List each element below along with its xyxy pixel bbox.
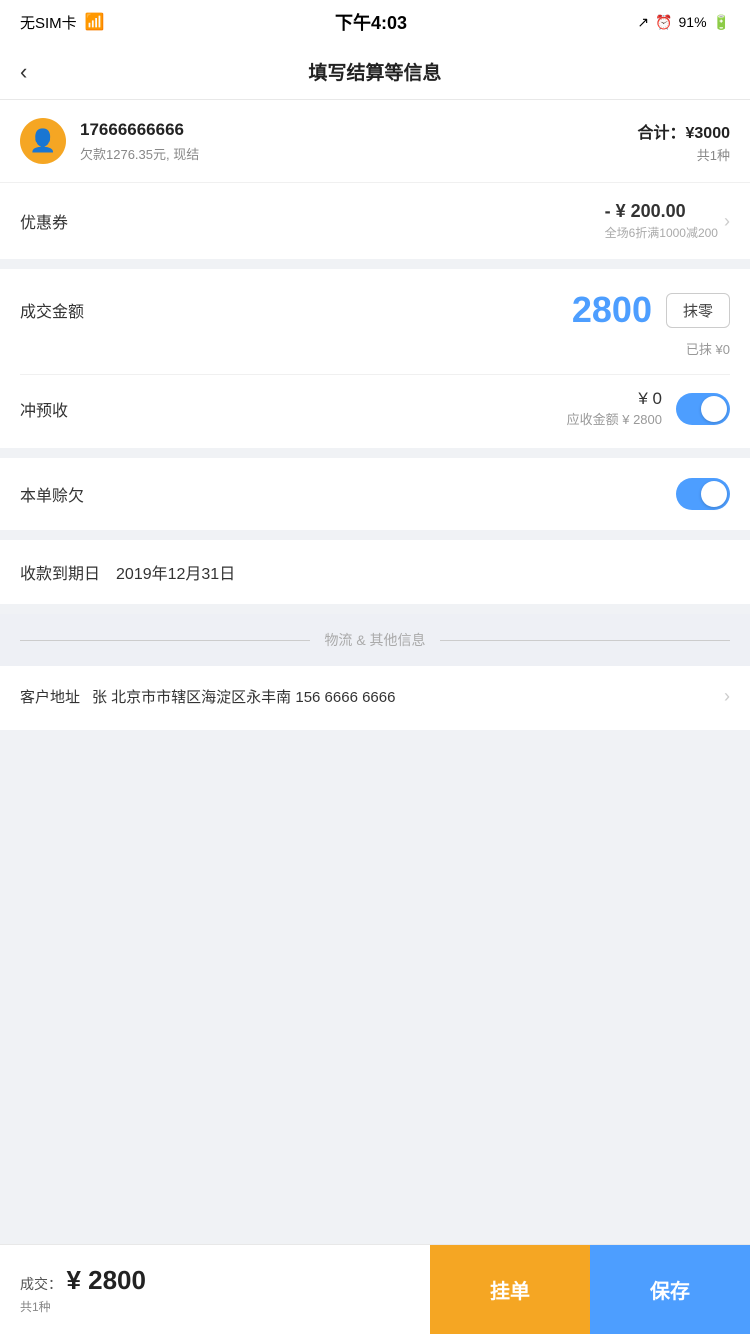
location-icon: ↗ <box>637 14 649 31</box>
address-label: 客户地址 <box>20 686 80 707</box>
debt-label: 本单赊欠 <box>20 482 84 506</box>
avatar: 👤 <box>20 118 66 164</box>
back-button[interactable]: ‹ <box>20 59 27 85</box>
coupon-right: - ¥ 200.00 全场6折满1000减200 › <box>605 201 730 241</box>
deal-section: 成交金额 2800 抹零 已抹 ¥0 冲预收 ¥ 0 应收金额 ¥ 2800 <box>0 269 750 448</box>
status-time: 下午4:03 <box>335 9 407 35</box>
precollect-right: ¥ 0 应收金额 ¥ 2800 <box>567 389 730 428</box>
duedate-value: 2019年12月31日 <box>116 560 235 584</box>
duedate-section: 收款到期日 2019年12月31日 <box>0 540 750 604</box>
debt-section: 本单赊欠 <box>0 458 750 530</box>
round-button[interactable]: 抹零 <box>666 293 730 328</box>
address-chevron-icon: › <box>724 686 730 707</box>
wifi-icon: 📶 <box>85 12 105 32</box>
debt-toggle[interactable] <box>676 478 730 510</box>
precollect-row: 冲预收 ¥ 0 应收金额 ¥ 2800 <box>20 374 730 428</box>
avatar-icon: 👤 <box>29 128 56 154</box>
coupon-desc: 全场6折满1000减200 <box>605 224 718 241</box>
customer-details: 17666666666 欠款1276.35元, 现结 <box>80 120 199 163</box>
chevron-right-icon: › <box>724 211 730 232</box>
duedate-label: 收款到期日 <box>20 560 100 584</box>
coupon-row[interactable]: 优惠券 - ¥ 200.00 全场6折满1000减200 › <box>0 182 750 259</box>
bottom-amount: ¥ 2800 <box>66 1265 146 1295</box>
customer-phone: 17666666666 <box>80 120 199 140</box>
status-bar: 无SIM卡 📶 下午4:03 ↗ ⏰ 91% 🔋 <box>0 0 750 44</box>
customer-info: 👤 17666666666 欠款1276.35元, 现结 <box>20 118 199 164</box>
bottom-deal-row: 成交： ¥ 2800 <box>20 1265 410 1296</box>
status-right: ↗ ⏰ 91% 🔋 <box>637 14 730 31</box>
divider-text: 物流 & 其他信息 <box>324 630 425 650</box>
precollect-label: 冲预收 <box>20 397 68 421</box>
bottom-bar: 成交： ¥ 2800 共1种 挂单 保存 <box>0 1244 750 1334</box>
customer-subtext: 欠款1276.35元, 现结 <box>80 144 199 163</box>
coupon-info: - ¥ 200.00 全场6折满1000减200 <box>605 201 718 241</box>
no-sim-text: 无SIM卡 <box>20 12 77 33</box>
coupon-amount: - ¥ 200.00 <box>605 201 718 222</box>
address-value: 张 北京市市辖区海淀区永丰南 156 6666 6666 <box>92 686 712 710</box>
divider-section: 物流 & 其他信息 <box>0 614 750 666</box>
divider-line-left <box>20 640 310 641</box>
total-amount: 合计：¥3000 <box>638 119 731 143</box>
pending-button[interactable]: 挂单 <box>430 1245 590 1334</box>
deal-row: 成交金额 2800 抹零 <box>20 289 730 331</box>
gray-area <box>0 740 750 900</box>
page-title: 填写结算等信息 <box>308 58 441 85</box>
main-content: 👤 17666666666 欠款1276.35元, 现结 合计：¥3000 共1… <box>0 100 750 1000</box>
battery-icon: 🔋 <box>713 14 730 31</box>
precollect-values: ¥ 0 应收金额 ¥ 2800 <box>567 389 662 428</box>
address-section[interactable]: 客户地址 张 北京市市辖区海淀区永丰南 156 6666 6666 › <box>0 666 750 730</box>
precollect-toggle[interactable] <box>676 393 730 425</box>
coupon-label: 优惠券 <box>20 209 68 233</box>
status-left: 无SIM卡 📶 <box>20 12 105 33</box>
customer-card: 👤 17666666666 欠款1276.35元, 现结 合计：¥3000 共1… <box>0 100 750 259</box>
deal-right: 2800 抹零 <box>572 289 730 331</box>
divider-line-right <box>440 640 730 641</box>
customer-total: 合计：¥3000 共1种 <box>638 119 731 164</box>
precollect-sub: 应收金额 ¥ 2800 <box>567 409 662 428</box>
deal-amount: 2800 <box>572 289 652 331</box>
bottom-deal-label: 成交： <box>20 1276 62 1292</box>
bottom-count: 共1种 <box>20 1298 410 1315</box>
bottom-summary: 成交： ¥ 2800 共1种 <box>0 1265 430 1315</box>
save-button[interactable]: 保存 <box>590 1245 750 1334</box>
nav-bar: ‹ 填写结算等信息 <box>0 44 750 100</box>
deal-label: 成交金额 <box>20 298 84 322</box>
alarm-icon: ⏰ <box>655 14 672 31</box>
precollect-main: ¥ 0 <box>567 389 662 409</box>
deal-sub: 已抹 ¥0 <box>20 339 730 358</box>
battery-level: 91% <box>679 14 707 30</box>
total-count: 共1种 <box>638 145 731 164</box>
customer-row: 👤 17666666666 欠款1276.35元, 现结 合计：¥3000 共1… <box>0 100 750 182</box>
